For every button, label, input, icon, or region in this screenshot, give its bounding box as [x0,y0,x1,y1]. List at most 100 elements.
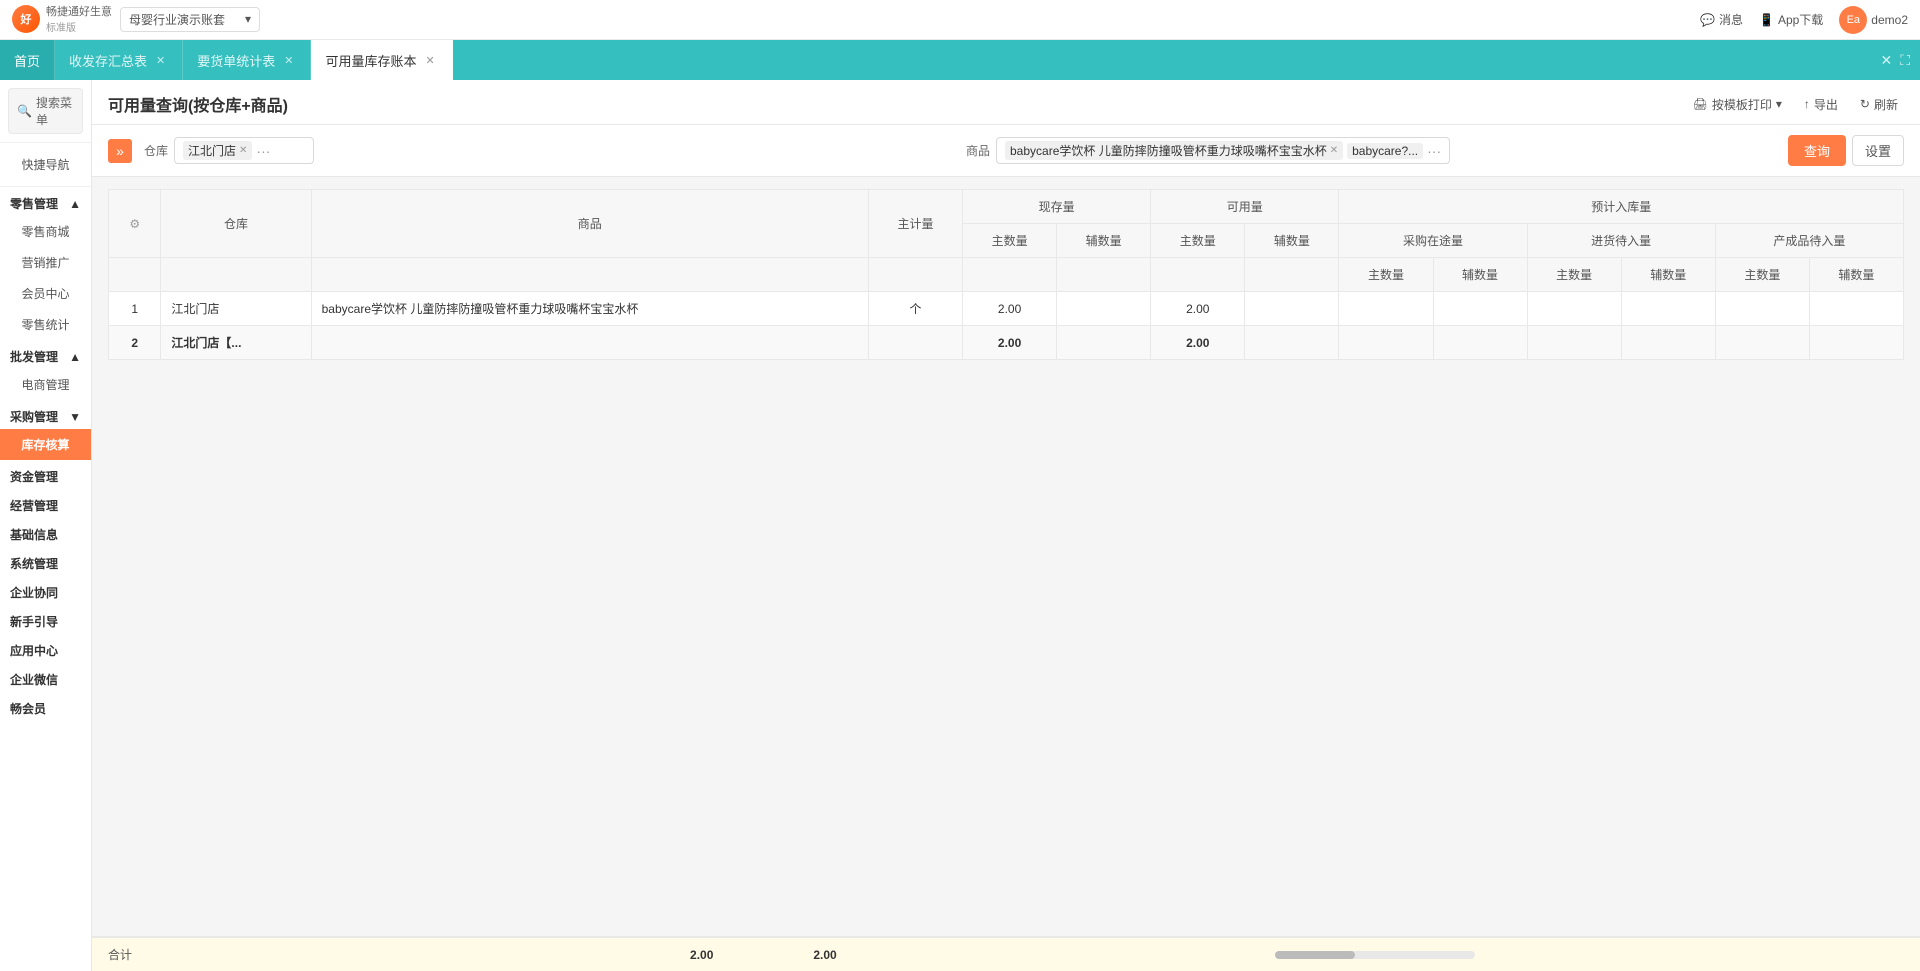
sidebar-group-retail[interactable]: 零售管理 ▲ [0,187,91,216]
th-settings: ⚙ [109,190,161,258]
sidebar-item-inventory[interactable]: 库存核算 [0,429,91,460]
scrollbar-track [1275,951,1475,959]
sidebar-group-member[interactable]: 畅会员 [0,692,91,721]
sidebar-group-finance[interactable]: 资金管理 [0,460,91,489]
sidebar-group-system[interactable]: 系统管理 [0,547,91,576]
cell-p-aux-1 [1433,292,1527,326]
top-bar-right: 💬 消息 📱 App下载 Ea demo2 [1700,6,1908,34]
tab-receipts[interactable]: 收发存汇总表 ✕ [55,40,183,80]
table-footer: 合计 2.00 2.00 [92,936,1920,971]
sidebar-item-retail-mall[interactable]: 零售商城 [0,216,91,247]
goods-tag2-value: babycare?... [1352,144,1418,158]
cell-stock-main-1: 2.00 [963,292,1057,326]
settings-button[interactable]: 设置 [1852,135,1904,166]
th-purchase-main: 主数量 [1339,258,1433,292]
sidebar-search: 🔍 搜索菜单 [0,80,91,143]
expand-button[interactable]: » [108,139,132,163]
cell-warehouse-1: 江北门店 [161,292,311,326]
goods-input[interactable]: babycare学饮杯 儿童防摔防撞吸管杯重力球吸嘴杯宝宝水杯 ✕ babyca… [996,137,1450,164]
operations-label: 经营管理 [10,497,58,514]
retail-label: 零售管理 [10,195,58,212]
search-label: 搜索菜单 [36,94,74,128]
tab-inventory-close[interactable]: ✕ [423,53,438,68]
refresh-button[interactable]: ↻ 刷新 [1854,93,1904,116]
sidebar-group-app-center[interactable]: 应用中心 [0,634,91,663]
sidebar: 🔍 搜索菜单 快捷导航 零售管理 ▲ 零售商城 营销推广 会员中心 零售统计 批… [0,80,92,971]
data-table: ⚙ 仓库 商品 主计量 现存量 可用量 预计入库量 主数量 辅数量 主数量 辅数… [108,189,1904,360]
warehouse-input[interactable]: 江北门店 ✕ ··· [174,137,314,164]
tab-home[interactable]: 首页 [0,40,55,80]
cell-p-main-2 [1339,326,1433,360]
print-button[interactable]: 🖨 按模板打印 ▾ [1687,93,1788,116]
sidebar-item-quicknav[interactable]: 快捷导航 [0,149,91,180]
warehouse-label: 仓库 [144,142,168,159]
filter-actions: 查询 设置 [1788,135,1904,166]
username: demo2 [1871,13,1908,27]
cell-i-aux-2 [1621,326,1715,360]
cell-index-2: 2 [109,326,161,360]
filter-bar: » 仓库 江北门店 ✕ ··· 商品 babycare学饮杯 儿童防摔防撞吸管杯… [92,125,1920,177]
user-profile[interactable]: Ea demo2 [1839,6,1908,34]
th-empty1 [109,258,161,292]
industry-selector[interactable]: 母婴行业演示账套 ▾ [120,7,260,32]
sidebar-group-enterprise[interactable]: 企业协同 [0,576,91,605]
cell-unit-2 [868,326,962,360]
th-goods: 商品 [311,190,868,258]
avatar-initials: Ea [1847,14,1860,26]
th-empty4 [868,258,962,292]
goods-tag1-close[interactable]: ✕ [1330,145,1338,156]
filter-more-icon[interactable]: ··· [256,143,270,159]
th-stock-main: 主数量 [963,224,1057,258]
search-icon: 🔍 [17,104,32,118]
tab-inventory[interactable]: 可用量库存账本 ✕ [311,40,452,80]
table-wrapper: ⚙ 仓库 商品 主计量 现存量 可用量 预计入库量 主数量 辅数量 主数量 辅数… [92,177,1920,936]
top-bar-left: 好 畅捷通好生意 标准版 母婴行业演示账套 ▾ [12,5,260,34]
export-button[interactable]: ↑ 导出 [1798,93,1844,116]
th-incoming: 进货待入量 [1527,224,1715,258]
logo-sub: 标准版 [46,19,112,34]
query-button[interactable]: 查询 [1788,135,1846,166]
warehouse-tag-close[interactable]: ✕ [239,145,247,156]
cell-stock-aux-2 [1057,326,1151,360]
basic-label: 基础信息 [10,526,58,543]
close-window-icon[interactable]: ✕ [1880,52,1892,69]
message-action[interactable]: 💬 消息 [1700,11,1743,28]
goods-tag1: babycare学饮杯 儿童防摔防撞吸管杯重力球吸嘴杯宝宝水杯 ✕ [1005,141,1343,160]
sidebar-group-procurement[interactable]: 采购管理 ▼ [0,400,91,429]
sidebar-group-basic[interactable]: 基础信息 [0,518,91,547]
th-produce-aux: 辅数量 [1809,258,1903,292]
sidebar-item-members[interactable]: 会员中心 [0,278,91,309]
warehouse-filter-group: 仓库 江北门店 ✕ ··· [144,137,954,164]
tab-receipts-close[interactable]: ✕ [153,53,168,68]
th-empty7 [1151,258,1245,292]
maximize-icon[interactable]: ⛶ [1900,52,1910,69]
tab-receipts-label: 收发存汇总表 [69,51,147,70]
sidebar-item-ecommerce[interactable]: 电商管理 [0,369,91,400]
sidebar-group-enterprise-wx[interactable]: 企业微信 [0,663,91,692]
search-button[interactable]: 🔍 搜索菜单 [8,88,83,134]
goods-filter-more-icon[interactable]: ··· [1427,143,1441,159]
th-produce: 产成品待入量 [1715,224,1903,258]
cell-p-main-1 [1339,292,1433,326]
member-label: 畅会员 [10,700,46,717]
app-download-action[interactable]: 📱 App下载 [1759,11,1823,28]
tab-orders[interactable]: 要货单统计表 ✕ [183,40,311,80]
sidebar-item-retail-stats[interactable]: 零售统计 [0,309,91,340]
tab-orders-close[interactable]: ✕ [281,53,296,68]
sidebar-group-operations[interactable]: 经营管理 [0,489,91,518]
settings-icon[interactable]: ⚙ [129,217,140,231]
wholesale-label: 批发管理 [10,348,58,365]
sidebar-group-wholesale[interactable]: 批发管理 ▲ [0,340,91,369]
th-avail-main: 主数量 [1151,224,1245,258]
sidebar-item-marketing[interactable]: 营销推广 [0,247,91,278]
cell-pr-main-1 [1715,292,1809,326]
th-stock: 现存量 [963,190,1151,224]
sidebar-group-newbie[interactable]: 新手引导 [0,605,91,634]
message-icon: 💬 [1700,13,1715,27]
cell-unit-1: 个 [868,292,962,326]
app-download-label: App下载 [1778,11,1823,28]
tab-bar-right: ✕ ⛶ [1870,40,1920,80]
th-empty6 [1057,258,1151,292]
logo-icon: 好 [12,5,40,33]
cell-goods-2 [311,326,868,360]
